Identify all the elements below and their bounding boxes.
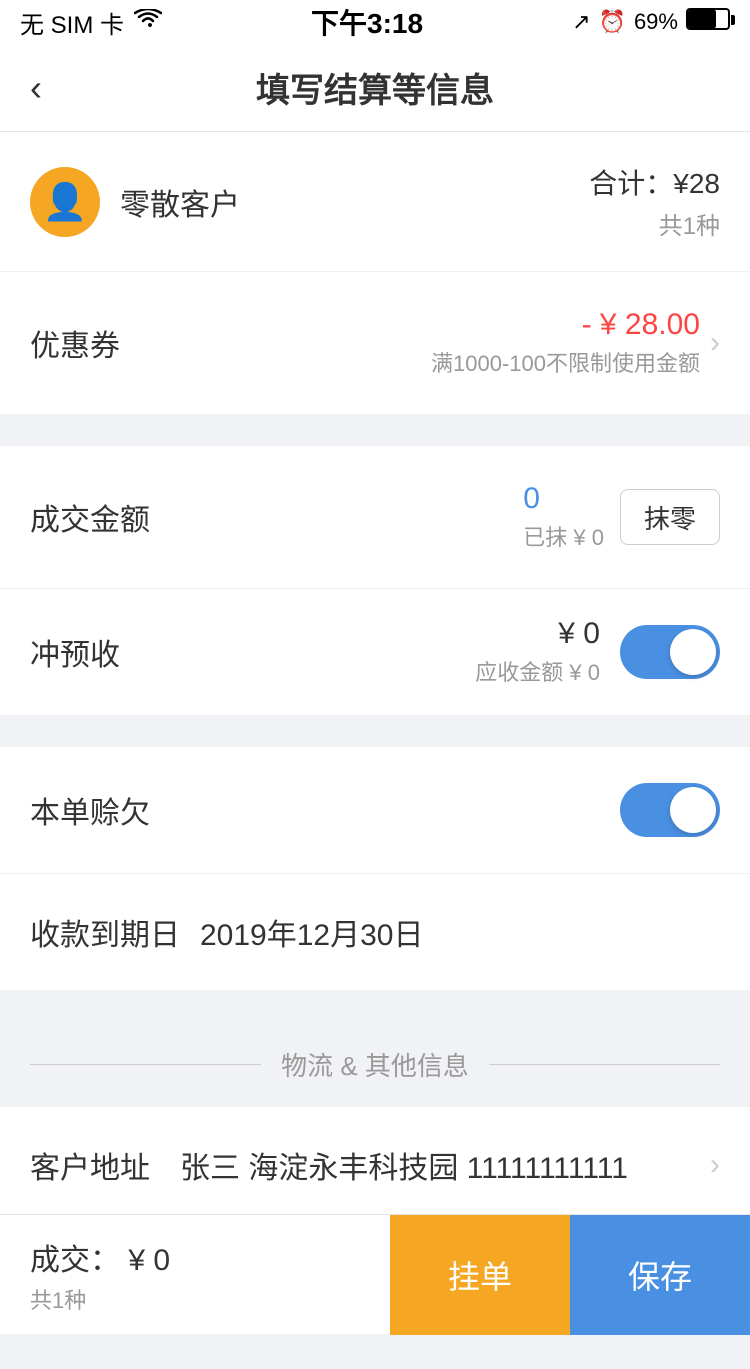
battery-percent: 69%	[634, 9, 678, 35]
bottom-bar: 成交： ¥ 0 共1种 挂单 保存	[0, 1214, 750, 1334]
coupon-desc: 满1000-100不限制使用金额	[431, 346, 700, 378]
coupon-row[interactable]: 优惠券 - ¥ 28.00 满1000-100不限制使用金额 ›	[0, 271, 750, 414]
wifi-icon	[134, 8, 162, 36]
logistics-divider-left	[30, 1064, 261, 1065]
section-divider-1	[0, 430, 750, 446]
round-zero-button[interactable]: 抹零	[620, 489, 720, 545]
content: 👤 零散客户 合计：¥28 共1种 优惠券 - ¥ 28.00 满1000-10…	[0, 132, 750, 1369]
direction-icon: ↗	[572, 9, 590, 35]
section-divider-3	[0, 1006, 750, 1022]
deal-amount-label: 成交金额	[30, 495, 150, 539]
toggle-knob	[670, 629, 716, 675]
logistics-label: 物流 & 其他信息	[281, 1046, 469, 1083]
debt-toggle-knob	[670, 787, 716, 833]
customer-row: 👤 零散客户 合计：¥28 共1种	[0, 132, 750, 271]
back-button[interactable]: ‹	[30, 67, 42, 109]
battery-icon	[686, 8, 730, 36]
deal-amount-value-group: 0 已抹 ¥ 0	[523, 482, 604, 552]
coupon-right: - ¥ 28.00 满1000-100不限制使用金额 ›	[431, 308, 720, 378]
total-amount: 合计：¥28	[589, 162, 720, 202]
prepay-right: ¥ 0 应收金额 ¥ 0	[475, 617, 720, 687]
debt-label: 本单赊欠	[30, 788, 150, 832]
address-chevron-icon: ›	[710, 1148, 720, 1182]
prepay-amount: ¥ 0	[475, 617, 600, 651]
prepay-label: 冲预收	[30, 630, 120, 674]
duedate-label: 收款到期日	[30, 910, 180, 954]
bottom-summary-value: ¥ 0	[128, 1244, 170, 1277]
debt-row: 本单赊欠	[0, 747, 750, 873]
status-right: ↗ ⏰ 69%	[572, 8, 730, 36]
address-row[interactable]: 客户地址 张三 海淀永丰科技园 11111111111 ›	[0, 1107, 750, 1223]
prepay-toggle[interactable]	[620, 625, 720, 679]
prepay-row: 冲预收 ¥ 0 应收金额 ¥ 0	[0, 589, 750, 715]
logistics-divider-right	[489, 1064, 720, 1065]
nav-bar: ‹ 填写结算等信息	[0, 44, 750, 132]
bottom-summary-count: 共1种	[30, 1283, 360, 1315]
deal-amount-right: 0 已抹 ¥ 0 抹零	[523, 482, 720, 552]
deal-amount-sub: 已抹 ¥ 0	[523, 520, 604, 552]
prepay-sub: 应收金额 ¥ 0	[475, 655, 600, 687]
sim-text: 无 SIM 卡	[20, 5, 124, 40]
logistics-section: 物流 & 其他信息	[0, 1022, 750, 1107]
avatar-icon: 👤	[43, 181, 88, 223]
pending-button[interactable]: 挂单	[390, 1215, 570, 1335]
alarm-icon: ⏰	[599, 9, 626, 35]
coupon-label: 优惠券	[30, 321, 120, 365]
deal-amount-value[interactable]: 0	[523, 482, 604, 516]
coupon-discount: - ¥ 28.00	[431, 308, 700, 342]
save-button[interactable]: 保存	[570, 1215, 750, 1335]
total-count: 共1种	[589, 206, 720, 241]
bottom-summary-label: 成交：	[30, 1244, 120, 1277]
duedate-value: 2019年12月30日	[200, 910, 423, 954]
address-label: 客户地址	[30, 1143, 150, 1187]
avatar: 👤	[30, 167, 100, 237]
chevron-right-icon: ›	[710, 326, 720, 360]
address-value: 张三 海淀永丰科技园 11111111111	[180, 1143, 710, 1187]
prepay-amount-group: ¥ 0 应收金额 ¥ 0	[475, 617, 600, 687]
bottom-summary-amount: 成交： ¥ 0	[30, 1235, 360, 1279]
debt-card: 本单赊欠 收款到期日 2019年12月30日	[0, 747, 750, 990]
status-left: 无 SIM 卡	[20, 5, 162, 40]
debt-toggle[interactable]	[620, 783, 720, 837]
coupon-right-inner: - ¥ 28.00 满1000-100不限制使用金额	[431, 308, 700, 378]
bottom-summary: 成交： ¥ 0 共1种	[0, 1235, 390, 1315]
customer-left: 👤 零散客户	[30, 167, 240, 237]
deal-amount-card: 成交金额 0 已抹 ¥ 0 抹零 冲预收 ¥ 0 应收金额 ¥ 0	[0, 446, 750, 715]
customer-card: 👤 零散客户 合计：¥28 共1种 优惠券 - ¥ 28.00 满1000-10…	[0, 132, 750, 414]
status-time: 下午3:18	[311, 2, 423, 42]
customer-right: 合计：¥28 共1种	[589, 162, 720, 241]
deal-amount-row: 成交金额 0 已抹 ¥ 0 抹零	[0, 446, 750, 589]
page-title: 填写结算等信息	[256, 63, 494, 112]
duedate-row: 收款到期日 2019年12月30日	[0, 873, 750, 990]
section-divider-2	[0, 731, 750, 747]
customer-name: 零散客户	[120, 180, 240, 224]
status-bar: 无 SIM 卡 下午3:18 ↗ ⏰ 69%	[0, 0, 750, 44]
address-card: 客户地址 张三 海淀永丰科技园 11111111111 ›	[0, 1107, 750, 1223]
